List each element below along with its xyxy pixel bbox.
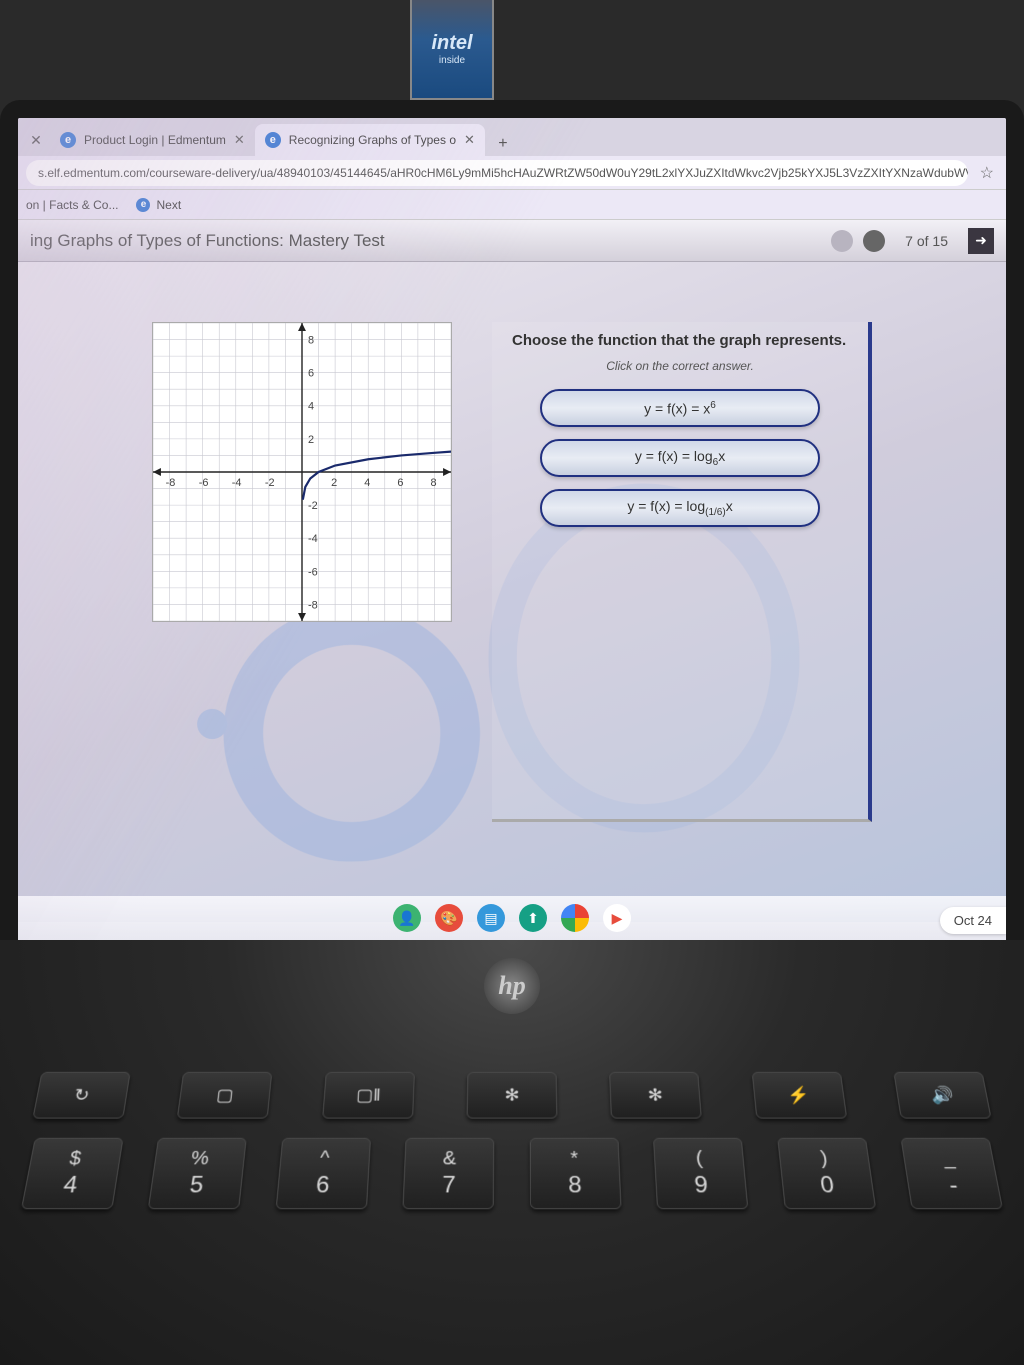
svg-text:6: 6 [308, 368, 314, 380]
new-tab-button[interactable]: + [491, 132, 515, 156]
bookmark-label: Next [156, 198, 181, 212]
bookmark-facts[interactable]: on | Facts & Co... [26, 198, 118, 212]
function-key: ▢‖ [322, 1072, 415, 1119]
intel-brand: intel [431, 32, 472, 55]
url-field[interactable]: s.elf.edmentum.com/courseware-delivery/u… [26, 160, 968, 186]
close-icon[interactable]: ✕ [464, 132, 475, 148]
laptop-body: hp ↻ ▢ ▢‖ ✻ ✻ ⚡ 🔊 $4 %5 ^6&7 *8 (9 )0 _- [0, 940, 1024, 1365]
app-icon[interactable]: 🎨 [435, 904, 463, 932]
chromeos-shelf: 👤 🎨 ▤ ⬆ ▶ Oct 24 [18, 896, 1006, 940]
page-progress: 7 of 15 [905, 233, 948, 249]
answer-panel: Choose the function that the graph repre… [492, 322, 872, 822]
number-key: *8 [529, 1138, 621, 1209]
tab-product-login[interactable]: e Product Login | Edmentum ✕ [50, 124, 255, 156]
hp-logo: hp [484, 958, 540, 1014]
number-key: %5 [148, 1138, 247, 1209]
shelf-date[interactable]: Oct 24 [940, 907, 1006, 934]
play-icon[interactable]: ▶ [603, 904, 631, 932]
svg-text:4: 4 [364, 477, 370, 489]
svg-text:2: 2 [308, 434, 314, 446]
bookmark-star-icon[interactable]: ☆ [976, 163, 998, 183]
edmentum-favicon-icon: e [265, 132, 281, 148]
intel-sub: inside [439, 55, 465, 66]
tab-label: Product Login | Edmentum [84, 133, 226, 147]
svg-text:-4: -4 [308, 533, 318, 545]
svg-text:-6: -6 [308, 566, 318, 578]
prev-tab-close-icon[interactable]: ✕ [22, 124, 50, 156]
function-key: 🔊 [894, 1072, 992, 1119]
function-key: ✻ [609, 1072, 702, 1119]
number-key: $4 [21, 1138, 124, 1209]
function-graph: -8 -6 -4 -2 2 4 6 8 -8 -6 -4 -2 2 4 6 8 [152, 322, 452, 622]
nav-next-button[interactable] [863, 230, 885, 252]
laptop-screen: ✕ e Product Login | Edmentum ✕ e Recogni… [0, 100, 1024, 940]
url-text: s.elf.edmentum.com/courseware-delivery/u… [38, 166, 968, 180]
bookmark-next[interactable]: e Next [136, 198, 181, 212]
app-icon[interactable]: 👤 [393, 904, 421, 932]
number-key: _- [901, 1138, 1004, 1209]
svg-text:-2: -2 [265, 477, 275, 489]
app-icon[interactable]: ⬆ [519, 904, 547, 932]
exit-button[interactable]: ➜ [968, 228, 994, 254]
answer-option-1[interactable]: y = f(x) = x6 [540, 389, 820, 427]
intel-badge: intel inside [410, 0, 494, 100]
svg-text:-4: -4 [232, 477, 242, 489]
svg-text:-2: -2 [308, 500, 318, 512]
answer-option-3[interactable]: y = f(x) = log(1/6)x [540, 489, 820, 527]
assessment-content: -8 -6 -4 -2 2 4 6 8 -8 -6 -4 -2 2 4 6 8 Choose the func… [18, 262, 1006, 922]
svg-text:6: 6 [397, 477, 403, 489]
svg-text:-8: -8 [166, 477, 176, 489]
svg-text:2: 2 [331, 477, 337, 489]
question-prompt: Choose the function that the graph repre… [512, 332, 848, 349]
option-label: y = f(x) = x6 [644, 400, 716, 417]
bookmark-label: on | Facts & Co... [26, 198, 118, 212]
edmentum-favicon-icon: e [60, 132, 76, 148]
number-key: &7 [403, 1138, 495, 1209]
edmentum-favicon-icon: e [136, 198, 150, 212]
option-label: y = f(x) = log6x [635, 448, 725, 468]
function-key: ⚡ [751, 1072, 847, 1119]
function-key: ▢ [177, 1072, 273, 1119]
browser-tab-strip: ✕ e Product Login | Edmentum ✕ e Recogni… [18, 118, 1006, 156]
svg-text:4: 4 [308, 401, 314, 413]
question-instruction: Click on the correct answer. [512, 359, 848, 373]
option-label: y = f(x) = log(1/6)x [627, 498, 732, 518]
number-key: (9 [653, 1138, 748, 1209]
function-key: ↻ [32, 1072, 130, 1119]
address-bar: s.elf.edmentum.com/courseware-delivery/u… [18, 156, 1006, 190]
number-key: )0 [777, 1138, 876, 1209]
keyboard: ↻ ▢ ▢‖ ✻ ✻ ⚡ 🔊 $4 %5 ^6&7 *8 (9 )0 _- [20, 1070, 1004, 1210]
svg-text:-6: -6 [199, 477, 209, 489]
answer-option-2[interactable]: y = f(x) = log6x [540, 439, 820, 477]
tab-recognizing-graphs[interactable]: e Recognizing Graphs of Types o ✕ [255, 124, 485, 156]
function-key: ✻ [467, 1072, 558, 1119]
svg-text:8: 8 [430, 477, 436, 489]
shelf-apps: 👤 🎨 ▤ ⬆ ▶ [393, 904, 631, 932]
assessment-header: ing Graphs of Types of Functions: Master… [18, 220, 1006, 262]
close-icon[interactable]: ✕ [234, 132, 245, 148]
nav-prev-button[interactable] [831, 230, 853, 252]
bookmarks-bar: on | Facts & Co... e Next [18, 190, 1006, 220]
number-key: ^6 [275, 1138, 370, 1209]
assessment-title: ing Graphs of Types of Functions: Master… [30, 231, 821, 251]
tab-label: Recognizing Graphs of Types o [289, 133, 456, 147]
app-icon[interactable]: ▤ [477, 904, 505, 932]
chrome-icon[interactable] [561, 904, 589, 932]
svg-text:-8: -8 [308, 599, 318, 611]
svg-text:8: 8 [308, 335, 314, 347]
